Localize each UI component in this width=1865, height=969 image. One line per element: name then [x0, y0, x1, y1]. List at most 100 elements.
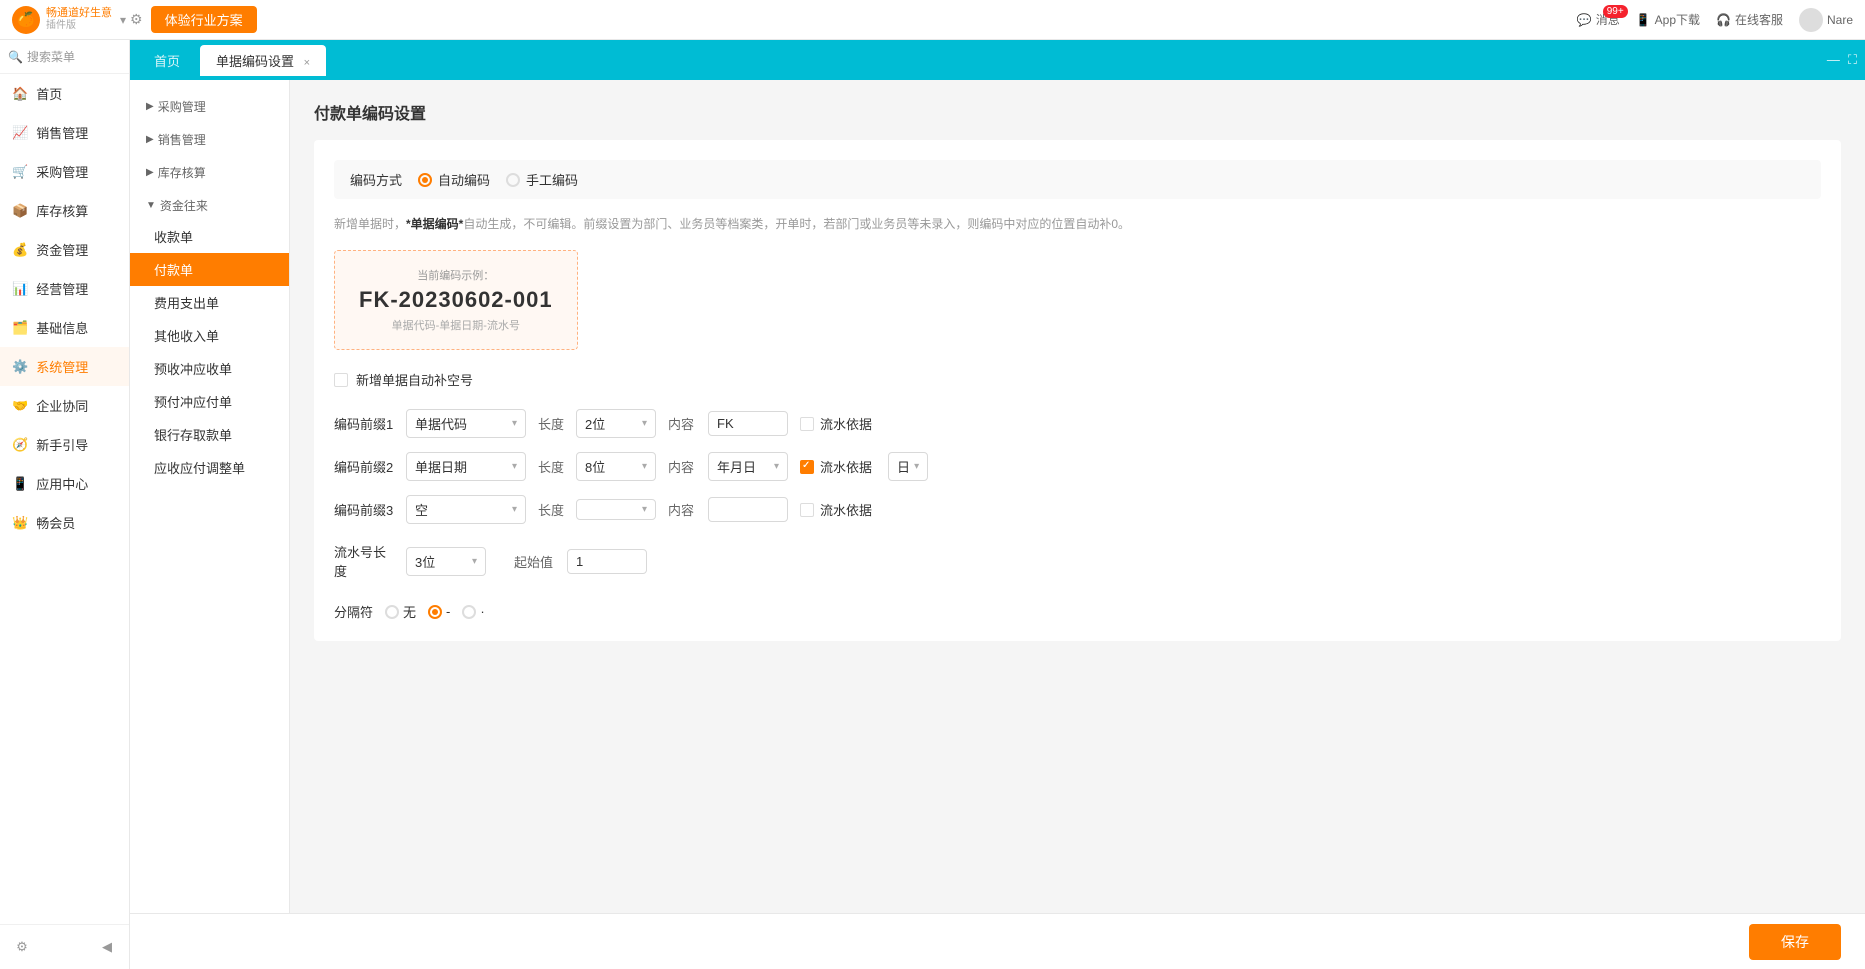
- top-bar: 🍊 畅通道好生意 插件版 ▾ ⚙ 体验行业方案 💬 消息 99+ 📱 App下载…: [0, 0, 1865, 40]
- minimize-icon[interactable]: —: [1827, 52, 1840, 68]
- trial-btn[interactable]: 体验行业方案: [151, 6, 257, 33]
- sub-group-title-capital[interactable]: ▼ 资金往来: [130, 191, 289, 220]
- sub-group-purchase: ▶ 采购管理: [130, 92, 289, 121]
- preview-desc: 单据代码-单据日期-流水号: [359, 317, 553, 333]
- sep-dash-radio[interactable]: ·: [462, 604, 484, 619]
- sub-item-income[interactable]: 其他收入单: [130, 319, 289, 352]
- apps-icon: 📱: [12, 476, 28, 492]
- prefix2-select[interactable]: 单据日期 ▾: [406, 452, 526, 481]
- stream2-checkbox[interactable]: ✓ 流水依据: [800, 457, 872, 476]
- sidebar-bottom: ⚙ ◀: [0, 924, 129, 969]
- sidebar-item-basic[interactable]: 🗂️ 基础信息: [0, 308, 129, 347]
- app-download-btn[interactable]: 📱 App下载: [1636, 11, 1700, 28]
- settings-icon-top[interactable]: ⚙: [130, 11, 143, 28]
- prefix3-label: 编码前缀3: [334, 500, 394, 519]
- stream1-cb: [800, 417, 814, 431]
- stream3-checkbox[interactable]: 流水依据: [800, 500, 872, 519]
- member-icon: 👑: [12, 515, 28, 531]
- auto-fill-label: 新增单据自动补空号: [356, 370, 473, 389]
- sidebar-items: 🏠 首页 📈 销售管理 🛒 采购管理 📦 库存核算 💰 资金管理 📊 经: [0, 74, 129, 924]
- tab-home[interactable]: 首页: [138, 45, 196, 76]
- auto-radio-dot: [418, 173, 432, 187]
- sidebar-item-home[interactable]: 🏠 首页: [0, 74, 129, 113]
- sub-item-bank-deposit[interactable]: 银行存取款单: [130, 418, 289, 451]
- sub-group-title-purchase[interactable]: ▶ 采购管理: [130, 92, 289, 121]
- preview-code: FK-20230602-001: [359, 287, 553, 313]
- content2-label: 内容: [668, 457, 694, 476]
- brand-text: 畅通道好生意 插件版: [46, 7, 112, 32]
- sub-item-payable-adjust[interactable]: 应收应付调整单: [130, 451, 289, 484]
- arrow-right-icon: ▶: [146, 101, 154, 112]
- sep-dot-radio[interactable]: -: [428, 604, 450, 619]
- sub-item-payment[interactable]: 付款单: [130, 253, 289, 286]
- manual-encoding-radio[interactable]: 手工编码: [506, 170, 578, 189]
- content3-input[interactable]: [708, 497, 788, 522]
- encoding-method-radio-group: 自动编码 手工编码: [418, 170, 578, 189]
- sep-none-radio[interactable]: 无: [385, 602, 416, 621]
- top-bar-right: 💬 消息 99+ 📱 App下载 🎧 在线客服 Nare: [1577, 8, 1853, 32]
- sub-item-advance-receipt[interactable]: 预收冲应收单: [130, 352, 289, 385]
- content3-label: 内容: [668, 500, 694, 519]
- sub-item-expense[interactable]: 费用支出单: [130, 286, 289, 319]
- auto-encoding-radio[interactable]: 自动编码: [418, 170, 490, 189]
- auto-fill-row: 新增单据自动补空号: [334, 370, 1821, 389]
- sidebar-item-operation[interactable]: 📊 经营管理: [0, 269, 129, 308]
- sub-group-inventory: ▶ 库存核算: [130, 158, 289, 187]
- avatar: [1799, 8, 1823, 32]
- form-row-prefix1: 编码前缀1 单据代码 ▾ 长度 2位 ▾ 内容: [334, 409, 1821, 438]
- sidebar-item-sales[interactable]: 📈 销售管理: [0, 113, 129, 152]
- stream2-cb: ✓: [800, 460, 814, 474]
- system-icon: ⚙️: [12, 359, 28, 375]
- prefix1-select[interactable]: 单据代码 ▾: [406, 409, 526, 438]
- nav-tabs: 首页 单据编码设置 × — ⛶: [130, 40, 1865, 80]
- brand: 🍊 畅通道好生意 插件版: [12, 6, 112, 34]
- separator-row: 分隔符 无 -: [334, 602, 1821, 621]
- online-service-btn[interactable]: 🎧 在线客服: [1716, 11, 1783, 28]
- sidebar-item-purchase[interactable]: 🛒 采购管理: [0, 152, 129, 191]
- maximize-icon[interactable]: ⛶: [1848, 52, 1857, 68]
- sidebar-collapse-btn[interactable]: ◀: [93, 933, 121, 961]
- stream1-checkbox[interactable]: 流水依据: [800, 414, 872, 433]
- sidebar-item-apps[interactable]: 📱 应用中心: [0, 464, 129, 503]
- prefix3-select[interactable]: 空 ▾: [406, 495, 526, 524]
- start-value-label: 起始值: [514, 552, 553, 571]
- stream2-period-select[interactable]: 日 ▾: [888, 452, 928, 481]
- length1-select[interactable]: 2位 ▾: [576, 409, 656, 438]
- sidebar-item-inventory[interactable]: 📦 库存核算: [0, 191, 129, 230]
- sub-group-title-sales[interactable]: ▶ 销售管理: [130, 125, 289, 154]
- arrow-down-icon: ▼: [146, 200, 156, 211]
- bottom-bar: 保存: [130, 913, 1865, 969]
- sub-group-title-inventory[interactable]: ▶ 库存核算: [130, 158, 289, 187]
- start-value-input[interactable]: [567, 549, 647, 574]
- sep-dot-radio-dot: [428, 605, 442, 619]
- sidebar-item-system[interactable]: ⚙️ 系统管理: [0, 347, 129, 386]
- nav-dropdown-arrow[interactable]: ▾: [120, 13, 126, 27]
- dropdown-arrow: ▾: [472, 556, 477, 567]
- user-menu[interactable]: Nare: [1799, 8, 1853, 32]
- length2-select[interactable]: 8位 ▾: [576, 452, 656, 481]
- sidebar-item-guide[interactable]: 🧭 新手引导: [0, 425, 129, 464]
- serial-length-select[interactable]: 3位 ▾: [406, 547, 486, 576]
- sidebar-item-capital[interactable]: 💰 资金管理: [0, 230, 129, 269]
- sidebar-search[interactable]: 🔍 搜索菜单: [0, 40, 129, 74]
- capital-icon: 💰: [12, 242, 28, 258]
- sidebar-item-enterprise[interactable]: 🤝 企业协同: [0, 386, 129, 425]
- sidebar-item-member[interactable]: 👑 畅会员: [0, 503, 129, 542]
- sub-item-receipt[interactable]: 收款单: [130, 220, 289, 253]
- tab-close-icon[interactable]: ×: [304, 57, 310, 69]
- dropdown-arrow: ▾: [512, 504, 517, 515]
- content2-select[interactable]: 年月日 ▾: [708, 452, 788, 481]
- form-rows: 编码前缀1 单据代码 ▾ 长度 2位 ▾ 内容: [334, 409, 1821, 621]
- tab-encoding[interactable]: 单据编码设置 ×: [200, 45, 326, 76]
- length3-select[interactable]: ▾: [576, 499, 656, 520]
- save-button[interactable]: 保存: [1749, 924, 1841, 960]
- content1-input[interactable]: [708, 411, 788, 436]
- auto-fill-checkbox[interactable]: [334, 373, 348, 387]
- main-content: 付款单编码设置 编码方式 自动编码 手工编码: [290, 80, 1865, 913]
- sub-item-advance-payment[interactable]: 预付冲应付单: [130, 385, 289, 418]
- sep-none-radio-dot: [385, 605, 399, 619]
- arrow-right-icon: ▶: [146, 134, 154, 145]
- message-btn[interactable]: 💬 消息 99+: [1577, 11, 1620, 28]
- sidebar-settings-btn[interactable]: ⚙: [8, 933, 36, 961]
- form-row-serial: 流水号长度 3位 ▾ 起始值: [334, 542, 1821, 580]
